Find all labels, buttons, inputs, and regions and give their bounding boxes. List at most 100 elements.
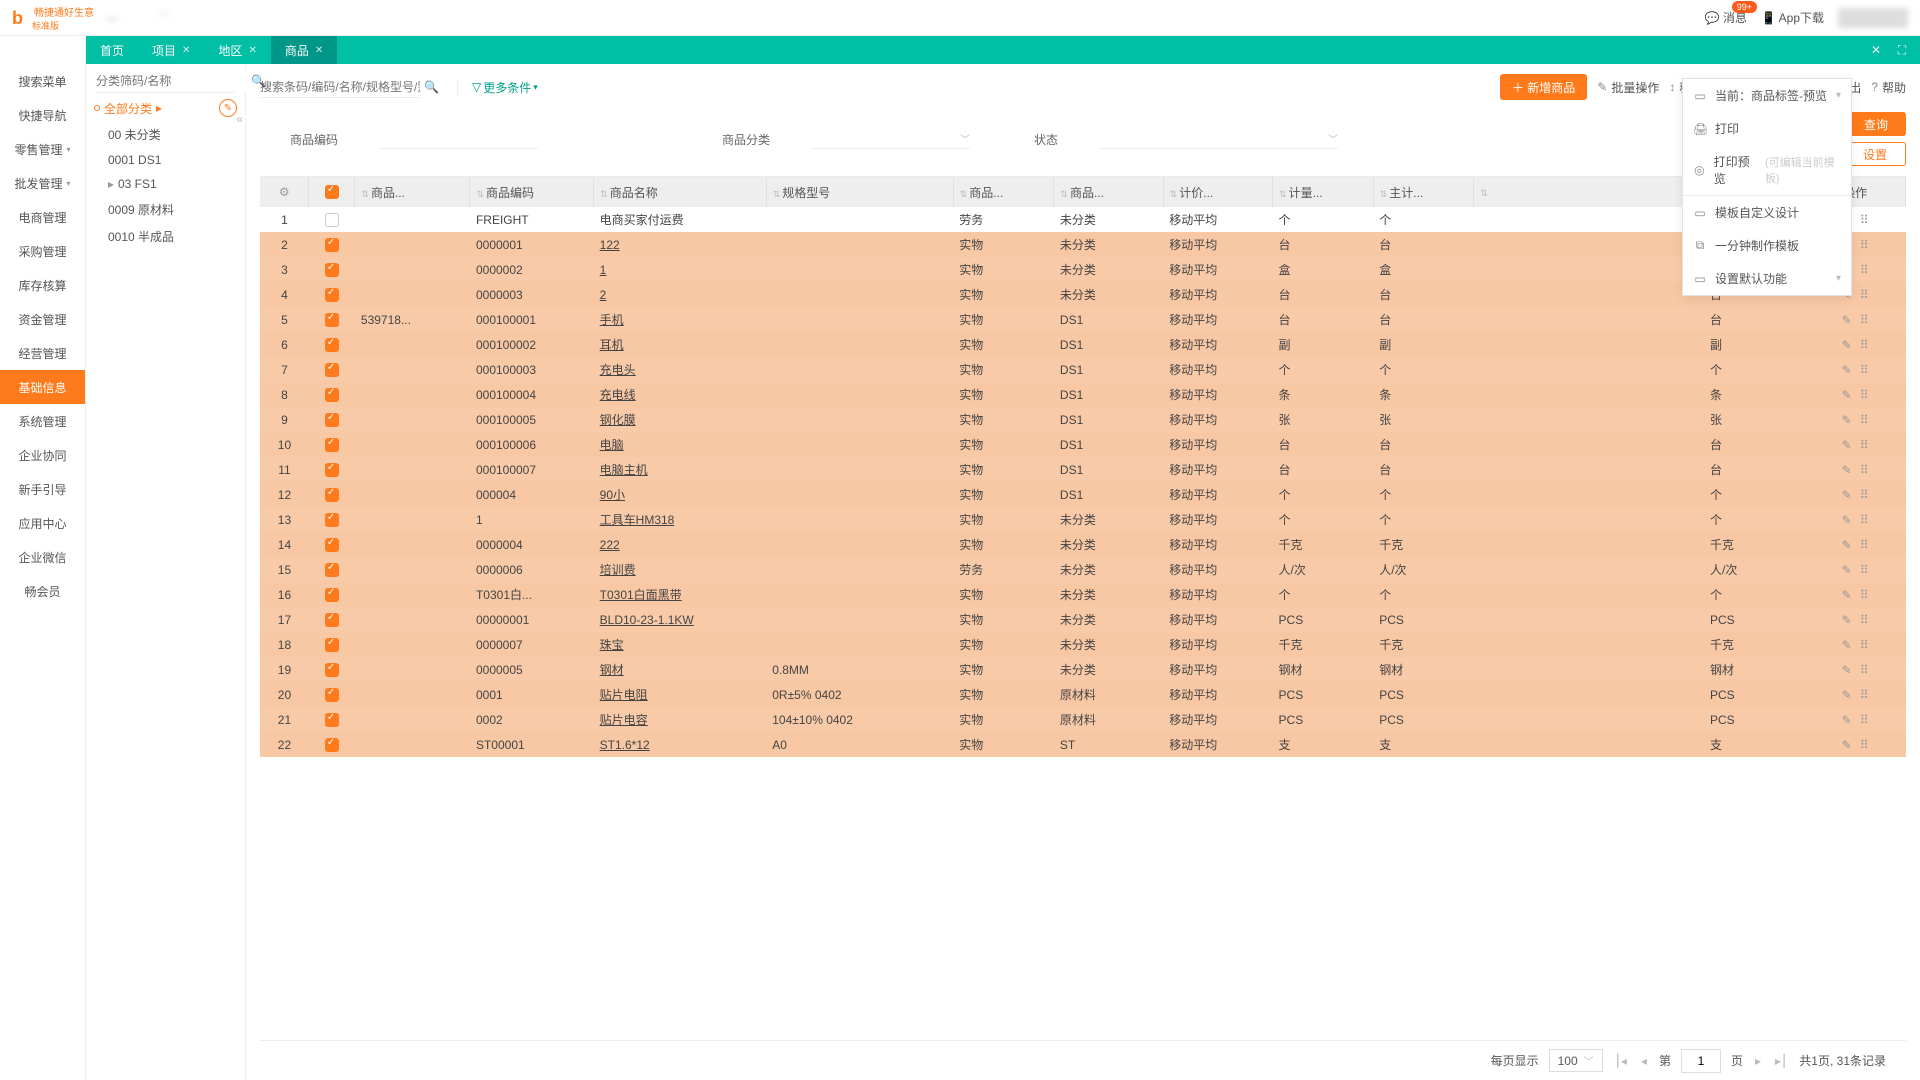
close-icon[interactable]: ✕ <box>248 45 256 56</box>
messages-button[interactable]: 💬 消息 99+ <box>1705 9 1747 26</box>
tab-商品[interactable]: 商品✕ <box>271 36 337 64</box>
edit-row-icon[interactable]: ✎ <box>1842 613 1852 627</box>
more-row-icon[interactable]: ⠿ <box>1860 713 1869 727</box>
edit-row-icon[interactable]: ✎ <box>1842 413 1852 427</box>
table-row[interactable]: 7000100003充电头实物DS1移动平均个个个✎⠿ <box>260 357 1906 382</box>
add-product-button[interactable]: ＋ 新增商品 <box>1500 74 1587 100</box>
filter-code-input[interactable] <box>378 129 538 149</box>
more-row-icon[interactable]: ⠿ <box>1860 413 1869 427</box>
template-quick[interactable]: ⧉ 一分钟制作模板 <box>1683 229 1851 262</box>
sort-icon[interactable]: ⇅ <box>1380 189 1388 199</box>
user-menu[interactable] <box>1838 8 1908 28</box>
category-search[interactable]: 🔍 <box>96 70 235 93</box>
row-checkbox[interactable] <box>325 363 339 377</box>
table-row[interactable]: 190000005钢材0.8MM实物未分类移动平均钢材钢材钢材✎⠿ <box>260 657 1906 682</box>
batch-button[interactable]: ✎批量操作 <box>1597 79 1659 96</box>
page-size-select[interactable]: 100 ﹀ <box>1549 1049 1603 1072</box>
print-preview[interactable]: ◎ 打印预览 (可编辑当前模板) <box>1683 145 1851 195</box>
select-all-checkbox[interactable] <box>325 185 339 199</box>
column-header[interactable]: ⇅主计... <box>1373 177 1474 207</box>
edit-row-icon[interactable]: ✎ <box>1842 663 1852 677</box>
tab-close-icon[interactable]: ✕ <box>1866 40 1886 60</box>
nav-基础信息[interactable]: 基础信息 <box>0 370 85 404</box>
nav-企业微信[interactable]: 企业微信 <box>0 540 85 574</box>
nav-零售管理[interactable]: 零售管理▾ <box>0 132 85 166</box>
more-row-icon[interactable]: ⠿ <box>1860 538 1869 552</box>
edit-row-icon[interactable]: ✎ <box>1842 738 1852 752</box>
sort-icon[interactable]: ⇅ <box>1170 189 1178 199</box>
row-checkbox[interactable] <box>325 463 339 477</box>
product-name-link[interactable]: 培训费 <box>600 563 636 577</box>
table-row[interactable]: 1FREIGHT电商买家付运费劳务未分类移动平均个个个✎⠿ <box>260 207 1906 232</box>
product-name-link[interactable]: 充电头 <box>600 363 636 377</box>
product-name-link[interactable]: 钢化膜 <box>600 413 636 427</box>
more-row-icon[interactable]: ⠿ <box>1860 688 1869 702</box>
edit-row-icon[interactable]: ✎ <box>1842 363 1852 377</box>
edit-row-icon[interactable]: ✎ <box>1842 313 1852 327</box>
edit-row-icon[interactable]: ✎ <box>1842 588 1852 602</box>
more-row-icon[interactable]: ⠿ <box>1860 663 1869 677</box>
table-row[interactable]: 210002贴片电容104±10% 0402实物原材料移动平均PCSPCSPCS… <box>260 707 1906 732</box>
company-selector[interactable]: — ﹀ <box>106 9 170 26</box>
edit-row-icon[interactable]: ✎ <box>1842 713 1852 727</box>
more-row-icon[interactable]: ⠿ <box>1860 738 1869 752</box>
table-row[interactable]: 10000100006电脑实物DS1移动平均台台台✎⠿ <box>260 432 1906 457</box>
tab-首页[interactable]: 首页 <box>86 36 138 64</box>
more-filters-button[interactable]: ▽ 更多条件 ▾ <box>457 79 538 96</box>
gear-icon[interactable]: ⚙ <box>279 185 290 199</box>
filter-class-select[interactable]: ﹀ <box>810 129 970 149</box>
sort-icon[interactable]: ⇅ <box>1279 189 1287 199</box>
row-checkbox[interactable] <box>325 588 339 602</box>
search-icon[interactable]: 🔍 <box>424 80 439 94</box>
pager-next[interactable]: ▸ <box>1753 1054 1763 1068</box>
print-current-template[interactable]: ▭ 当前：商品标签-预览 ▾ <box>1683 79 1851 112</box>
nav-库存核算[interactable]: 库存核算 <box>0 268 85 302</box>
row-checkbox[interactable] <box>325 738 339 752</box>
row-checkbox[interactable] <box>325 513 339 527</box>
table-row[interactable]: 300000021实物未分类移动平均盒盒盒✎⠿ <box>260 257 1906 282</box>
close-icon[interactable]: ✕ <box>182 45 190 56</box>
table-row[interactable]: 400000032实物未分类移动平均台台台✎⠿ <box>260 282 1906 307</box>
tab-项目[interactable]: 项目✕ <box>138 36 204 64</box>
more-row-icon[interactable]: ⠿ <box>1860 613 1869 627</box>
product-name-link[interactable]: 贴片电容 <box>600 713 648 727</box>
table-row[interactable]: 200001贴片电阻0R±5% 0402实物原材料移动平均PCSPCSPCS✎⠿ <box>260 682 1906 707</box>
row-checkbox[interactable] <box>325 638 339 652</box>
nav-经营管理[interactable]: 经营管理 <box>0 336 85 370</box>
row-checkbox[interactable] <box>325 338 339 352</box>
row-checkbox[interactable] <box>325 563 339 577</box>
nav-快捷导航[interactable]: 快捷导航 <box>0 98 85 132</box>
category-item[interactable]: ▸03 FS1 <box>86 172 245 196</box>
sort-icon[interactable]: ⇅ <box>1480 188 1488 198</box>
row-checkbox[interactable] <box>325 538 339 552</box>
category-item[interactable]: 0010 半成品 <box>86 223 245 250</box>
table-row[interactable]: 6000100002耳机实物DS1移动平均副副副✎⠿ <box>260 332 1906 357</box>
more-row-icon[interactable]: ⠿ <box>1860 463 1869 477</box>
print-action[interactable]: 🖨 打印 <box>1683 112 1851 145</box>
table-row[interactable]: 11000100007电脑主机实物DS1移动平均台台台✎⠿ <box>260 457 1906 482</box>
category-all[interactable]: 全部分类 ▸ ✎ <box>94 99 237 117</box>
edit-row-icon[interactable]: ✎ <box>1842 638 1852 652</box>
category-item[interactable]: 0001 DS1 <box>86 148 245 172</box>
row-checkbox[interactable] <box>325 413 339 427</box>
column-header[interactable]: ⇅规格型号 <box>766 177 953 207</box>
column-header[interactable]: ⇅商品... <box>1054 177 1163 207</box>
product-name-link[interactable]: 充电线 <box>600 388 636 402</box>
column-header[interactable]: ⇅商品编码 <box>470 177 594 207</box>
row-checkbox[interactable] <box>325 263 339 277</box>
set-default[interactable]: ▭ 设置默认功能 ▾ <box>1683 262 1851 295</box>
help-button[interactable]: ?帮助 <box>1871 79 1906 96</box>
table-row[interactable]: 20000001122实物未分类移动平均台台台✎⠿ <box>260 232 1906 257</box>
product-name-link[interactable]: 电脑主机 <box>600 463 648 477</box>
template-custom[interactable]: ▭ 模板自定义设计 <box>1683 196 1851 229</box>
close-icon[interactable]: ✕ <box>315 45 323 56</box>
expand-icon[interactable]: ▸ <box>108 177 116 191</box>
nav-新手引导[interactable]: 新手引导 <box>0 472 85 506</box>
category-item[interactable]: 0009 原材料 <box>86 196 245 223</box>
product-name-link[interactable]: BLD10-23-1.1KW <box>600 613 694 627</box>
search-input[interactable] <box>260 77 420 98</box>
product-name-link[interactable]: 工具车HM318 <box>600 513 675 527</box>
edit-row-icon[interactable]: ✎ <box>1842 338 1852 352</box>
more-row-icon[interactable]: ⠿ <box>1860 638 1869 652</box>
product-name-link[interactable]: T0301白面黑带 <box>600 588 682 602</box>
